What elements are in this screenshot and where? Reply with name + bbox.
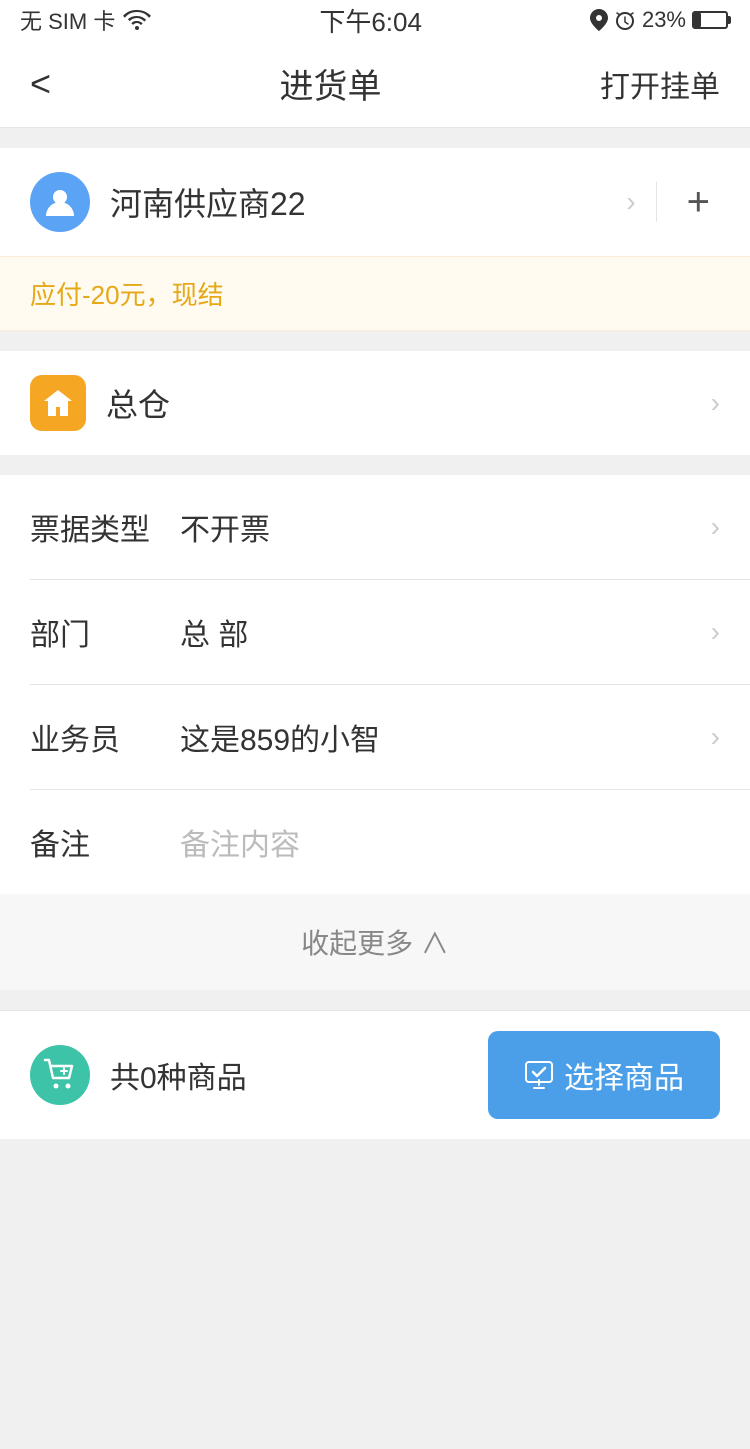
department-value: 总 部 <box>180 610 711 654</box>
invoice-type-chevron-icon: › <box>711 511 720 543</box>
notice-bar: 应付-20元，现结 <box>0 256 750 331</box>
top-divider <box>0 128 750 148</box>
page-title: 进货单 <box>280 59 382 108</box>
collapse-label: 收起更多 ∧ <box>301 928 449 959</box>
divider-1 <box>0 331 750 351</box>
warehouse-chevron-icon: › <box>711 387 720 419</box>
department-chevron-icon: › <box>711 616 720 648</box>
notice-text: 应付-20元，现结 <box>30 280 224 310</box>
carrier-label: 无 SIM 卡 <box>20 4 115 36</box>
warehouse-icon-wrap <box>30 375 86 431</box>
remark-row[interactable]: 备注 备注内容 <box>0 790 750 894</box>
form-section: 票据类型 不开票 › 部门 总 部 › 业务员 这是859的小智 › 备注 备注… <box>0 475 750 894</box>
invoice-type-value: 不开票 <box>180 505 711 549</box>
person-icon <box>42 184 78 220</box>
battery-percent: 23% <box>642 7 686 33</box>
select-product-label: 选择商品 <box>564 1053 684 1097</box>
alarm-icon <box>614 9 636 31</box>
salesman-row[interactable]: 业务员 这是859的小智 › <box>0 685 750 789</box>
wifi-icon <box>123 10 151 30</box>
warehouse-section: 总仓 › <box>0 351 750 455</box>
supplier-name: 河南供应商22 <box>110 179 626 225</box>
collapse-toggle[interactable]: 收起更多 ∧ <box>0 894 750 990</box>
status-bar-time: 下午6:04 <box>319 2 422 39</box>
supplier-chevron-icon: › <box>626 186 635 218</box>
status-bar-right: 23% <box>590 7 730 33</box>
select-product-icon <box>524 1060 554 1090</box>
product-icon-wrap <box>30 1045 90 1105</box>
status-bar: 无 SIM 卡 下午6:04 23% <box>0 0 750 40</box>
home-icon <box>42 387 74 419</box>
back-button[interactable]: < <box>30 53 61 115</box>
salesman-chevron-icon: › <box>711 721 720 753</box>
salesman-label: 业务员 <box>30 715 150 759</box>
salesman-value: 这是859的小智 <box>180 715 711 759</box>
department-row[interactable]: 部门 总 部 › <box>0 580 750 684</box>
cart-icon <box>43 1058 77 1092</box>
bottom-area <box>0 1139 750 1449</box>
invoice-type-row[interactable]: 票据类型 不开票 › <box>0 475 750 579</box>
supplier-row[interactable]: 河南供应商22 › + <box>0 148 750 256</box>
add-supplier-button[interactable]: + <box>677 180 720 225</box>
supplier-add-divider <box>656 182 657 222</box>
select-product-button[interactable]: 选择商品 <box>488 1031 720 1119</box>
product-count: 共0种商品 <box>110 1053 488 1097</box>
divider-2 <box>0 455 750 475</box>
location-icon <box>590 9 608 31</box>
bottom-bar: 共0种商品 选择商品 <box>0 1010 750 1139</box>
status-bar-left: 无 SIM 卡 <box>20 4 151 36</box>
warehouse-name: 总仓 <box>106 380 711 426</box>
divider-3 <box>0 990 750 1010</box>
invoice-type-label: 票据类型 <box>30 505 150 549</box>
supplier-avatar <box>30 172 90 232</box>
remark-input[interactable]: 备注内容 <box>180 820 720 864</box>
open-pending-button[interactable]: 打开挂单 <box>600 62 720 106</box>
warehouse-row[interactable]: 总仓 › <box>0 351 750 455</box>
remark-label: 备注 <box>30 820 150 864</box>
nav-bar: < 进货单 打开挂单 <box>0 40 750 128</box>
department-label: 部门 <box>30 610 150 654</box>
battery-icon <box>692 11 730 29</box>
supplier-section: 河南供应商22 › + 应付-20元，现结 <box>0 148 750 331</box>
